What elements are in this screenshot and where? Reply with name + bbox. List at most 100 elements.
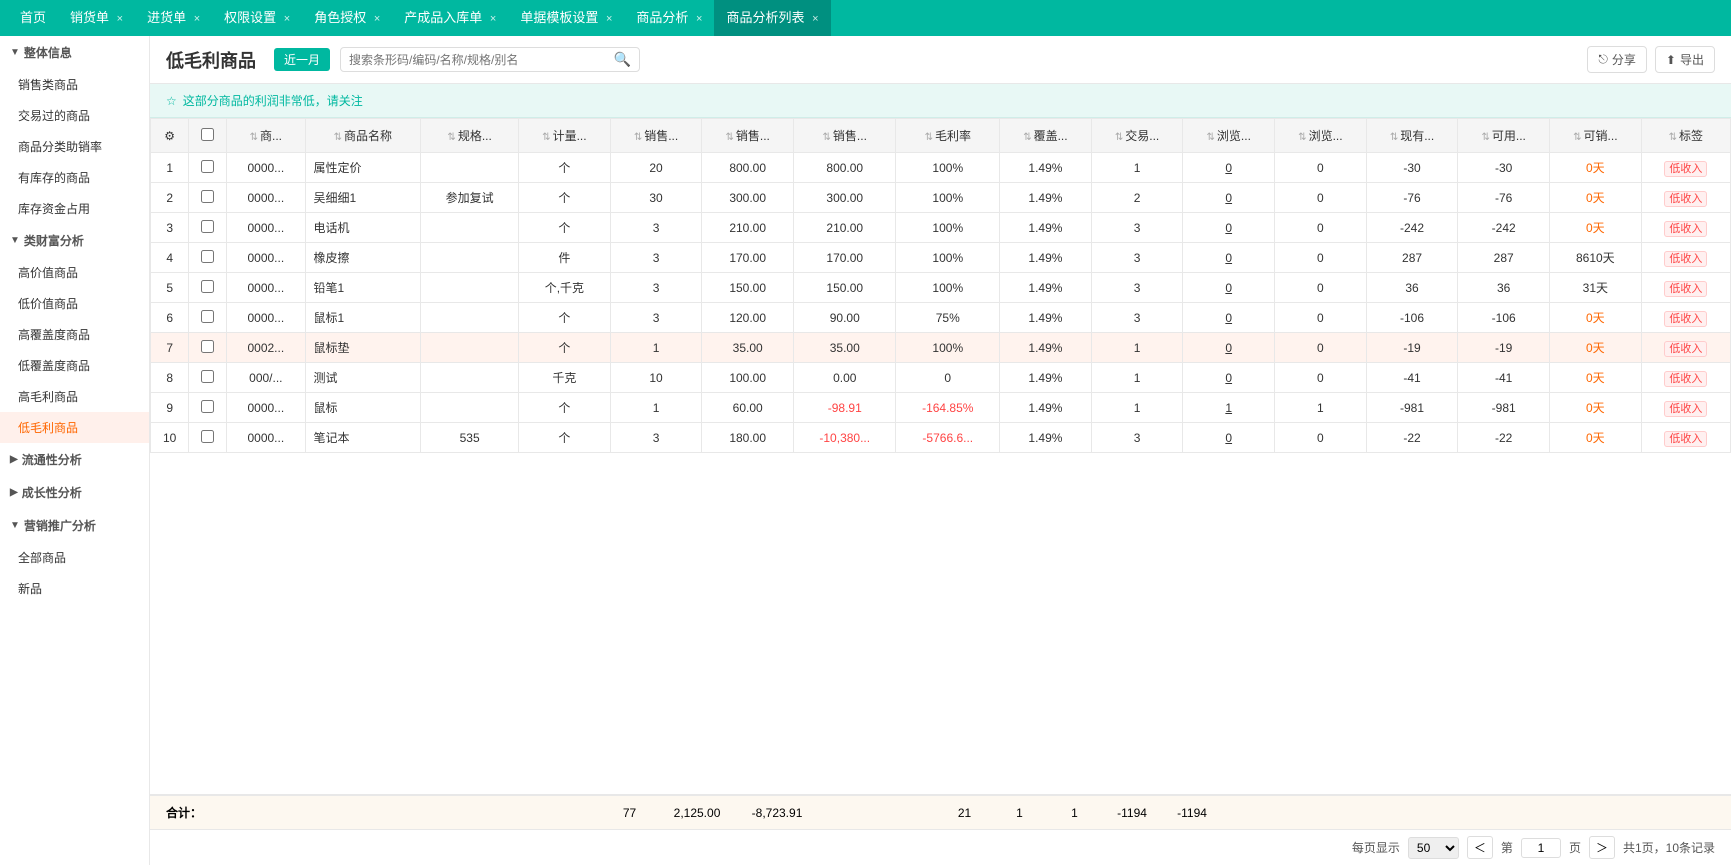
cell-browse1-0[interactable]: 0 xyxy=(1183,153,1275,183)
nav-product-analysis[interactable]: 商品分析 × xyxy=(624,0,714,36)
col-sales-profit[interactable]: ⇅销售... xyxy=(794,119,896,153)
row-checkbox-7[interactable] xyxy=(201,370,214,383)
sidebar-item-traded-goods[interactable]: 交易过的商品 xyxy=(0,100,149,131)
cell-sales-amount-0: 800.00 xyxy=(702,153,794,183)
col-transaction[interactable]: ⇅交易... xyxy=(1091,119,1183,153)
row-checkbox-4[interactable] xyxy=(201,280,214,293)
nav-purchase-order[interactable]: 进货单 × xyxy=(135,0,212,36)
col-browse2[interactable]: ⇅浏览... xyxy=(1275,119,1367,153)
sidebar-item-high-coverage[interactable]: 高覆盖度商品 xyxy=(0,319,149,350)
sidebar-item-high-margin[interactable]: 高毛利商品 xyxy=(0,381,149,412)
row-checkbox-6[interactable] xyxy=(201,340,214,353)
cell-browse1-2[interactable]: 0 xyxy=(1183,213,1275,243)
sidebar-item-low-coverage[interactable]: 低覆盖度商品 xyxy=(0,350,149,381)
row-checkbox-5[interactable] xyxy=(201,310,214,323)
export-button[interactable]: ⬆ 导出 xyxy=(1655,46,1715,73)
col-tag[interactable]: ⇅标签 xyxy=(1641,119,1730,153)
row-checkbox-2[interactable] xyxy=(201,220,214,233)
cell-checkbox-6[interactable] xyxy=(189,333,227,363)
cell-no-4: 5 xyxy=(151,273,189,303)
sidebar-item-in-stock[interactable]: 有库存的商品 xyxy=(0,162,149,193)
col-sellable-days[interactable]: ⇅可销... xyxy=(1550,119,1642,153)
col-checkbox[interactable] xyxy=(189,119,227,153)
sidebar-item-new-goods[interactable]: 新品 xyxy=(0,573,149,604)
col-settings[interactable]: ⚙ xyxy=(151,119,189,153)
cell-sales-qty-3: 3 xyxy=(610,243,702,273)
cell-name-5: 鼠标1 xyxy=(305,303,421,333)
cell-browse1-5[interactable]: 0 xyxy=(1183,303,1275,333)
sidebar-item-capital[interactable]: 库存资金占用 xyxy=(0,193,149,224)
page-number-input[interactable] xyxy=(1521,838,1561,858)
cell-checkbox-1[interactable] xyxy=(189,183,227,213)
cell-checkbox-2[interactable] xyxy=(189,213,227,243)
cell-gross-margin-9: -5766.6... xyxy=(896,423,1000,453)
sidebar-item-low-margin[interactable]: 低毛利商品 xyxy=(0,412,149,443)
col-sales-qty[interactable]: ⇅销售... xyxy=(610,119,702,153)
close-template-icon[interactable]: × xyxy=(606,13,612,25)
cell-checkbox-3[interactable] xyxy=(189,243,227,273)
cell-checkbox-0[interactable] xyxy=(189,153,227,183)
close-role-auth-icon[interactable]: × xyxy=(374,13,380,25)
next-page-button[interactable]: ＞ xyxy=(1589,836,1615,859)
sidebar-section-wealth[interactable]: ▼ 类财富分析 xyxy=(0,224,149,257)
prev-page-button[interactable]: ＜ xyxy=(1467,836,1493,859)
close-product-entry-icon[interactable]: × xyxy=(490,13,496,25)
col-coverage[interactable]: ⇅覆盖... xyxy=(1000,119,1092,153)
cell-browse1-4[interactable]: 0 xyxy=(1183,273,1275,303)
close-sales-order-icon[interactable]: × xyxy=(117,13,123,25)
col-spec[interactable]: ⇅规格... xyxy=(421,119,519,153)
cell-checkbox-8[interactable] xyxy=(189,393,227,423)
col-name[interactable]: ⇅商品名称 xyxy=(305,119,421,153)
nav-role-auth[interactable]: 角色授权 × xyxy=(302,0,392,36)
row-checkbox-0[interactable] xyxy=(201,160,214,173)
search-input[interactable] xyxy=(349,53,614,67)
nav-sales-order[interactable]: 销货单 × xyxy=(58,0,135,36)
cell-browse1-3[interactable]: 0 xyxy=(1183,243,1275,273)
cell-checkbox-4[interactable] xyxy=(189,273,227,303)
row-checkbox-3[interactable] xyxy=(201,250,214,263)
row-checkbox-9[interactable] xyxy=(201,430,214,443)
period-button[interactable]: 近一月 xyxy=(274,48,330,71)
sidebar-section-liquidity[interactable]: ▶ 流通性分析 xyxy=(0,443,149,476)
col-sales-amount[interactable]: ⇅销售... xyxy=(702,119,794,153)
cell-checkbox-5[interactable] xyxy=(189,303,227,333)
row-checkbox-8[interactable] xyxy=(201,400,214,413)
cell-coverage-2: 1.49% xyxy=(1000,213,1092,243)
cell-checkbox-9[interactable] xyxy=(189,423,227,453)
close-purchase-order-icon[interactable]: × xyxy=(194,13,200,25)
close-product-analysis-icon[interactable]: × xyxy=(696,13,702,25)
nav-home[interactable]: 首页 xyxy=(8,0,58,36)
cell-browse1-9[interactable]: 0 xyxy=(1183,423,1275,453)
close-product-analysis-list-icon[interactable]: × xyxy=(812,13,818,25)
col-unit[interactable]: ⇅计量... xyxy=(519,119,611,153)
share-button[interactable]: ⎋ 分享 xyxy=(1587,46,1647,73)
col-gross-margin[interactable]: ⇅毛利率 xyxy=(896,119,1000,153)
col-code[interactable]: ⇅商... xyxy=(227,119,305,153)
nav-product-entry[interactable]: 产成品入库单 × xyxy=(392,0,508,36)
per-page-select[interactable]: 50 100 xyxy=(1408,837,1459,859)
sidebar-item-low-value[interactable]: 低价值商品 xyxy=(0,288,149,319)
select-all-checkbox[interactable] xyxy=(201,128,214,141)
notice-icon: ☆ xyxy=(166,94,177,108)
col-browse1[interactable]: ⇅浏览... xyxy=(1183,119,1275,153)
nav-template-settings[interactable]: 单据模板设置 × xyxy=(508,0,624,36)
sidebar-section-overall[interactable]: ▼ 整体信息 xyxy=(0,36,149,69)
sidebar-item-all-goods[interactable]: 全部商品 xyxy=(0,542,149,573)
col-available-stock[interactable]: ⇅可用... xyxy=(1458,119,1550,153)
nav-product-analysis-list[interactable]: 商品分析列表 × xyxy=(714,0,830,36)
sidebar-section-marketing[interactable]: ▼ 营销推广分析 xyxy=(0,509,149,542)
close-permission-icon[interactable]: × xyxy=(284,13,290,25)
search-icon[interactable]: 🔍 xyxy=(614,51,631,68)
sidebar-section-growth[interactable]: ▶ 成长性分析 xyxy=(0,476,149,509)
cell-browse1-6[interactable]: 0 xyxy=(1183,333,1275,363)
sidebar-item-category-rate[interactable]: 商品分类助销率 xyxy=(0,131,149,162)
cell-browse1-1[interactable]: 0 xyxy=(1183,183,1275,213)
sidebar-item-sales-goods[interactable]: 销售类商品 xyxy=(0,69,149,100)
row-checkbox-1[interactable] xyxy=(201,190,214,203)
cell-browse1-8[interactable]: 1 xyxy=(1183,393,1275,423)
cell-browse1-7[interactable]: 0 xyxy=(1183,363,1275,393)
col-current-stock[interactable]: ⇅现有... xyxy=(1366,119,1458,153)
nav-permission-settings[interactable]: 权限设置 × xyxy=(212,0,302,36)
sidebar-item-high-value[interactable]: 高价值商品 xyxy=(0,257,149,288)
cell-checkbox-7[interactable] xyxy=(189,363,227,393)
